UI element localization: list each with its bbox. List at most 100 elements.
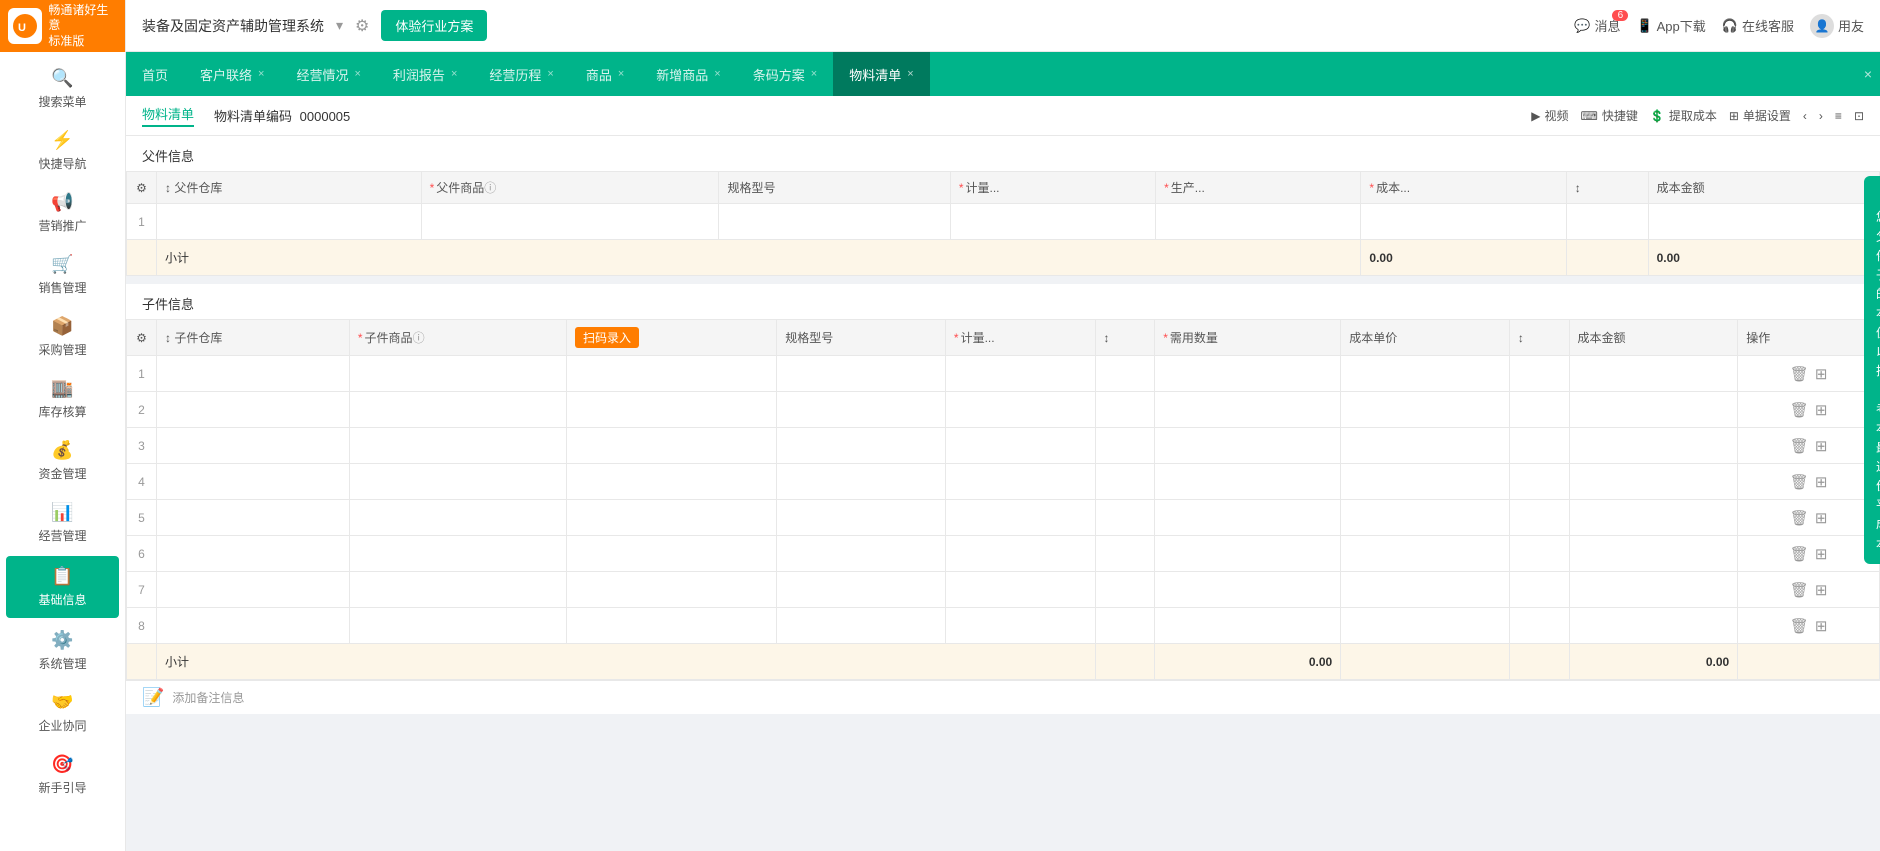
child-row-1-unit[interactable]	[945, 356, 1095, 392]
child-row-8-spec[interactable]	[777, 608, 946, 644]
tab-goods[interactable]: 商品 ×	[570, 52, 640, 96]
tab-operations[interactable]: 经营情况 ×	[280, 52, 376, 96]
child-row-8-warehouse[interactable]	[157, 608, 350, 644]
dropdown-icon[interactable]: ▾	[336, 17, 343, 34]
copy-icon-1[interactable]: ⊞	[1815, 365, 1828, 383]
child-row-7-warehouse[interactable]	[157, 572, 350, 608]
tab-profit-close[interactable]: ×	[451, 68, 457, 80]
child-row-2-qty[interactable]	[1155, 392, 1341, 428]
parent-row-1-produce[interactable]	[1156, 204, 1361, 240]
child-row-1-warehouse[interactable]	[157, 356, 350, 392]
tab-home[interactable]: 首页	[126, 52, 184, 96]
child-row-2-product[interactable]	[349, 392, 566, 428]
child-row-2-spec[interactable]	[777, 392, 946, 428]
child-row-6-unit[interactable]	[945, 536, 1095, 572]
child-row-6-product[interactable]	[349, 536, 566, 572]
copy-icon-3[interactable]: ⊞	[1815, 437, 1828, 455]
delete-icon-1[interactable]: 🗑	[1790, 365, 1809, 383]
child-row-5-product[interactable]	[349, 500, 566, 536]
child-row-6-unit-cost[interactable]	[1341, 536, 1510, 572]
settings-icon[interactable]: ⚙	[355, 16, 369, 36]
tab-bom[interactable]: 物料清单 ×	[833, 52, 929, 96]
sidebar-item-operations[interactable]: 📊 经营管理	[0, 492, 125, 554]
tab-goods-close[interactable]: ×	[618, 68, 624, 80]
child-row-4-qty[interactable]	[1155, 464, 1341, 500]
child-row-3-warehouse[interactable]	[157, 428, 350, 464]
child-row-8-qty[interactable]	[1155, 608, 1341, 644]
tab-bom-close[interactable]: ×	[907, 68, 913, 80]
child-row-7-unit-cost[interactable]	[1341, 572, 1510, 608]
nav-next-button[interactable]: ›	[1819, 109, 1823, 123]
expand-button[interactable]: ⊡	[1854, 109, 1864, 123]
child-row-8-unit[interactable]	[945, 608, 1095, 644]
child-row-3-qty[interactable]	[1155, 428, 1341, 464]
child-row-1-spec[interactable]	[777, 356, 946, 392]
copy-icon-2[interactable]: ⊞	[1815, 401, 1828, 419]
parent-row-1-warehouse[interactable]	[157, 204, 422, 240]
delete-icon-4[interactable]: 🗑	[1790, 473, 1809, 491]
trial-button[interactable]: 体验行业方案	[381, 10, 487, 41]
child-row-7-qty[interactable]	[1155, 572, 1341, 608]
child-row-3-product[interactable]	[349, 428, 566, 464]
video-button[interactable]: ▶ 视频	[1531, 107, 1568, 124]
tab-customer[interactable]: 客户联络 ×	[184, 52, 280, 96]
tab-barcode-close[interactable]: ×	[811, 68, 817, 80]
sidebar-item-basic-info[interactable]: 📋 基础信息	[6, 556, 119, 618]
sidebar-item-guide[interactable]: 🎯 新手引导	[0, 744, 125, 806]
child-row-7-product[interactable]	[349, 572, 566, 608]
child-row-5-unit[interactable]	[945, 500, 1095, 536]
scan-input-button[interactable]: 扫码录入	[575, 327, 639, 348]
child-row-4-warehouse[interactable]	[157, 464, 350, 500]
nav-close-all[interactable]: ×	[1864, 66, 1880, 82]
parent-th-settings[interactable]: ⚙	[127, 172, 157, 204]
child-row-2-unit-cost[interactable]	[1341, 392, 1510, 428]
tab-barcode[interactable]: 条码方案 ×	[737, 52, 833, 96]
nav-prev-button[interactable]: ‹	[1803, 109, 1807, 123]
copy-icon-8[interactable]: ⊞	[1815, 617, 1828, 635]
tab-history[interactable]: 经营历程 ×	[473, 52, 569, 96]
child-row-3-unit-cost[interactable]	[1341, 428, 1510, 464]
child-row-5-qty[interactable]	[1155, 500, 1341, 536]
parent-row-1-product[interactable]	[421, 204, 719, 240]
child-row-8-product[interactable]	[349, 608, 566, 644]
parent-row-1-spec[interactable]	[719, 204, 950, 240]
delete-icon-3[interactable]: 🗑	[1790, 437, 1809, 455]
delete-icon-8[interactable]: 🗑	[1790, 617, 1809, 635]
parent-row-1-cost[interactable]	[1361, 204, 1566, 240]
sidebar-item-inventory[interactable]: 🏬 库存核算	[0, 368, 125, 430]
copy-icon-4[interactable]: ⊞	[1815, 473, 1828, 491]
child-row-3-spec[interactable]	[777, 428, 946, 464]
child-row-7-spec[interactable]	[777, 572, 946, 608]
tab-new-goods-close[interactable]: ×	[714, 68, 720, 80]
sidebar-item-finance[interactable]: 💰 资金管理	[0, 430, 125, 492]
extract-cost-button[interactable]: 💲 提取成本	[1650, 107, 1717, 124]
sidebar-item-quick-nav[interactable]: ⚡ 快捷导航	[0, 120, 125, 182]
sidebar-item-enterprise[interactable]: 🤝 企业协同	[0, 682, 125, 744]
copy-icon-6[interactable]: ⊞	[1815, 545, 1828, 563]
online-service-button[interactable]: 🎧 在线客服	[1722, 16, 1794, 35]
child-row-6-spec[interactable]	[777, 536, 946, 572]
delete-icon-2[interactable]: 🗑	[1790, 401, 1809, 419]
child-th-settings[interactable]: ⚙	[127, 320, 157, 356]
tab-history-close[interactable]: ×	[547, 68, 553, 80]
child-row-6-qty[interactable]	[1155, 536, 1341, 572]
delete-icon-6[interactable]: 🗑	[1790, 545, 1809, 563]
child-row-2-warehouse[interactable]	[157, 392, 350, 428]
delete-icon-5[interactable]: 🗑	[1790, 509, 1809, 527]
message-button[interactable]: 💬 消息 6	[1574, 16, 1620, 35]
child-row-5-unit-cost[interactable]	[1341, 500, 1510, 536]
shortcut-button[interactable]: ⌨ 快捷键	[1581, 107, 1638, 124]
bill-settings-button[interactable]: ⊞ 单据设置	[1729, 107, 1791, 124]
tab-customer-close[interactable]: ×	[258, 68, 264, 80]
sidebar-item-marketing[interactable]: 📢 营销推广	[0, 182, 125, 244]
child-row-2-unit[interactable]	[945, 392, 1095, 428]
child-row-4-unit[interactable]	[945, 464, 1095, 500]
sidebar-item-search[interactable]: 🔍 搜索菜单	[0, 58, 125, 120]
child-row-4-spec[interactable]	[777, 464, 946, 500]
child-row-1-product[interactable]	[349, 356, 566, 392]
child-row-7-unit[interactable]	[945, 572, 1095, 608]
child-row-5-spec[interactable]	[777, 500, 946, 536]
tab-new-goods[interactable]: 新增商品 ×	[640, 52, 736, 96]
sidebar-item-system[interactable]: ⚙️ 系统管理	[0, 620, 125, 682]
sidebar-item-purchase[interactable]: 📦 采购管理	[0, 306, 125, 368]
